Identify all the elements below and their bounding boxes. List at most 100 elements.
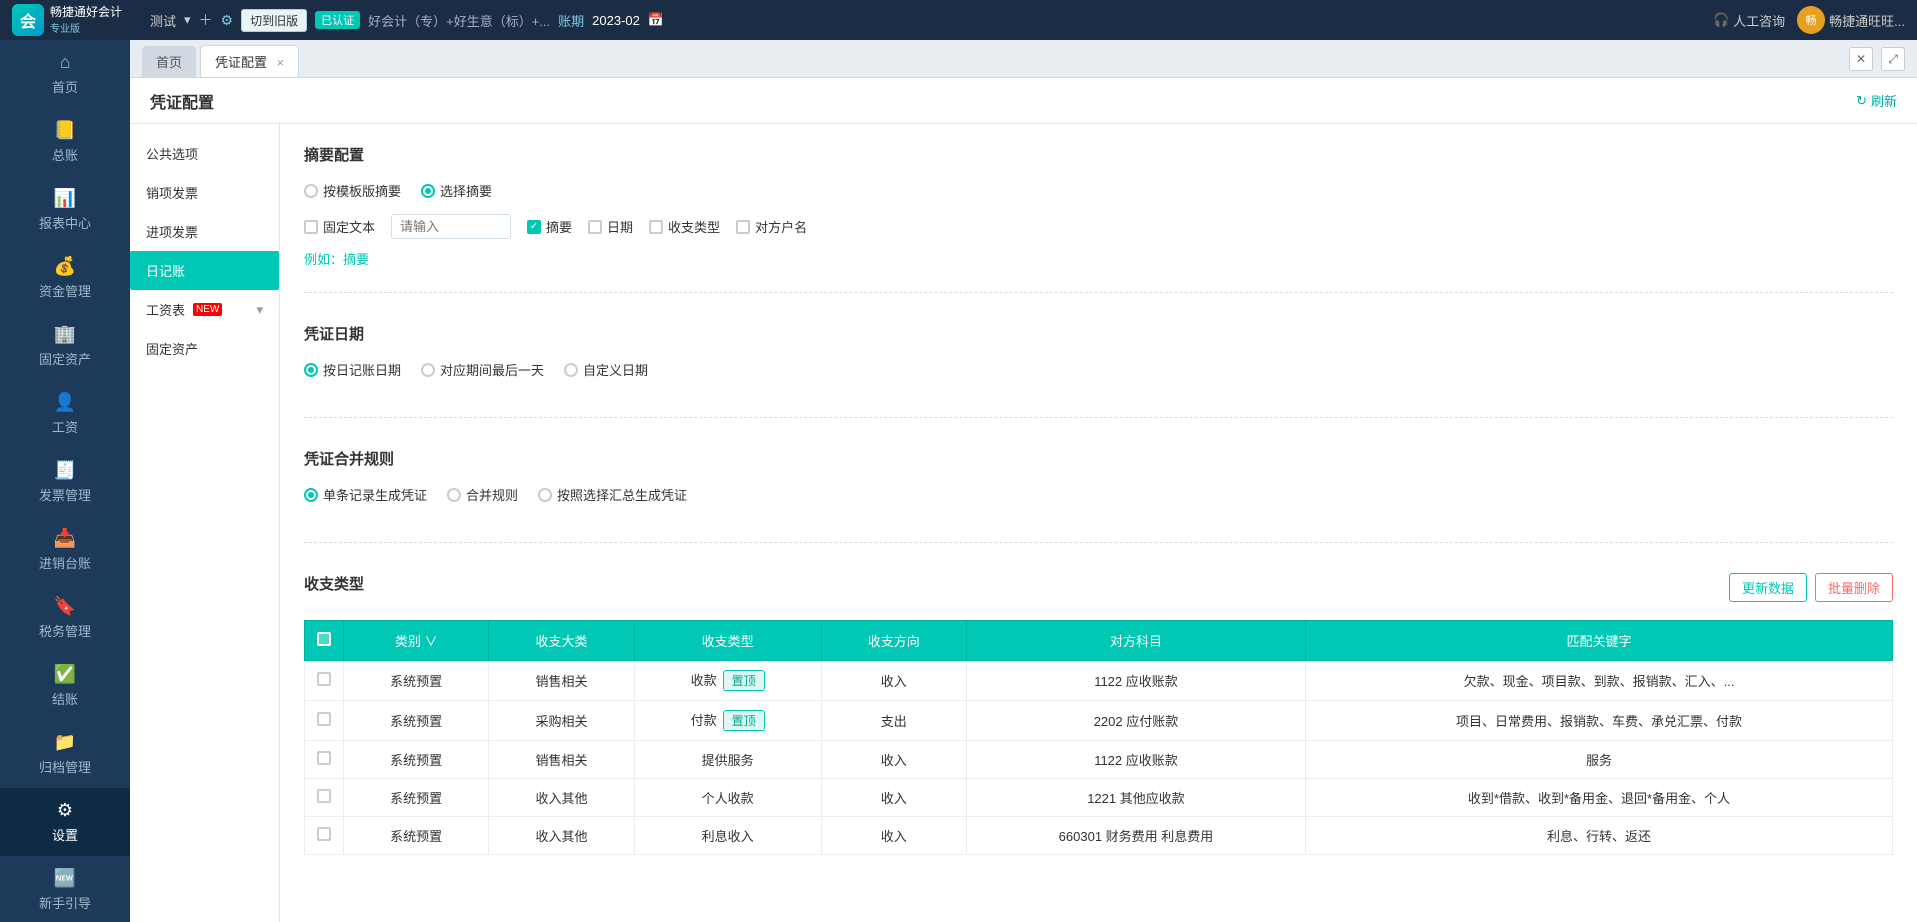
invoices-icon: 🧾 xyxy=(54,460,76,481)
sidebar-item-tax[interactable]: 🔖 税务管理 xyxy=(0,584,130,652)
radio-custom-date-circle xyxy=(564,363,578,377)
cb-pay-type[interactable]: 收支类型 xyxy=(649,217,720,236)
page-title: 凭证配置 xyxy=(150,89,214,113)
cb-fixed-text[interactable]: 固定文本 xyxy=(304,217,375,236)
switch-old-btn[interactable]: 切到旧版 xyxy=(241,9,307,32)
td-match-keyword: 利息、行转、返还 xyxy=(1305,817,1892,855)
sidebar-item-assets[interactable]: 🏢 固定资产 xyxy=(0,312,130,380)
sidebar-item-purchase[interactable]: 📥 进销台账 xyxy=(0,516,130,584)
radio-single-circle xyxy=(304,488,318,502)
sidebar-item-home[interactable]: ⌂ 首页 xyxy=(0,40,130,108)
page-content: 凭证配置 ↻ 刷新 公共选项 销项发票 进项发票 xyxy=(130,78,1917,922)
refresh-btn[interactable]: ↻ 刷新 xyxy=(1856,91,1897,110)
summary-radio-group: 按模板版摘要 选择摘要 xyxy=(304,181,1893,200)
summary-checkbox-row: 固定文本 ✓ 摘要 日期 xyxy=(304,214,1893,239)
sidebar-item-ledger[interactable]: 📒 总账 xyxy=(0,108,130,176)
cb-counterpart[interactable]: 对方户名 xyxy=(736,217,807,236)
refresh-icon: ↻ xyxy=(1856,93,1867,109)
radio-single[interactable]: 单条记录生成凭证 xyxy=(304,485,427,504)
row-checkbox[interactable] xyxy=(317,751,331,765)
user-avatar: 畅 xyxy=(1797,6,1825,34)
cb-date[interactable]: 日期 xyxy=(588,217,633,236)
payment-types-section: 收支类型 更新数据 批量删除 xyxy=(304,573,1893,855)
radio-select[interactable]: 选择摘要 xyxy=(421,181,492,200)
sidebar-item-settings[interactable]: ⚙ 设置 xyxy=(0,788,130,856)
td-match-keyword: 收到*借款、收到*备用金、退回*备用金、个人 xyxy=(1305,779,1892,817)
left-nav: 公共选项 销项发票 进项发票 日记账 工资表 NEW ▾ xyxy=(130,124,280,922)
ledger-icon: 📒 xyxy=(54,120,76,141)
user-area[interactable]: 畅 畅捷通旺旺... xyxy=(1797,6,1905,34)
reports-icon: 📊 xyxy=(54,188,76,209)
cb-summary[interactable]: ✓ 摘要 xyxy=(527,217,572,236)
calendar-icon[interactable]: 📅 xyxy=(648,12,664,28)
batch-delete-btn[interactable]: 批量删除 xyxy=(1815,573,1893,602)
nav-journal[interactable]: 日记账 xyxy=(130,251,279,290)
row-checkbox[interactable] xyxy=(317,672,331,686)
update-data-btn[interactable]: 更新数据 xyxy=(1729,573,1807,602)
logo-area: 会 畅捷通好会计 专业版 xyxy=(12,4,142,36)
tax-icon: 🔖 xyxy=(54,596,76,617)
sidebar-item-guide[interactable]: 🆕 新手引导 xyxy=(0,856,130,922)
radio-template[interactable]: 按模板版摘要 xyxy=(304,181,401,200)
settings-icon[interactable]: ⚙ xyxy=(221,12,234,29)
radio-custom-date[interactable]: 自定义日期 xyxy=(564,360,648,379)
radio-journal-date[interactable]: 按日记账日期 xyxy=(304,360,401,379)
row-checkbox[interactable] xyxy=(317,827,331,841)
tab-home[interactable]: 首页 xyxy=(142,46,196,77)
sidebar: ⌂ 首页 📒 总账 📊 报表中心 💰 资金管理 🏢 固定资产 👤 工资 🧾 发票… xyxy=(0,40,130,922)
td-counter-subject: 1122 应收账款 xyxy=(966,661,1305,701)
td-direction: 收入 xyxy=(821,779,966,817)
fixed-text-input[interactable] xyxy=(391,214,511,239)
table-row: 系统预置收入其他利息收入收入660301 财务费用 利息费用利息、行转、返还 xyxy=(305,817,1893,855)
td-match-keyword: 服务 xyxy=(1305,741,1892,779)
window-max-btn[interactable]: ⤢ xyxy=(1881,47,1905,71)
window-close-btn[interactable]: ✕ xyxy=(1849,47,1873,71)
td-direction: 收入 xyxy=(821,817,966,855)
voucher-date-radio-group: 按日记账日期 对应期间最后一天 自定义日期 xyxy=(304,360,1893,379)
radio-merge[interactable]: 合并规则 xyxy=(447,485,518,504)
nav-public[interactable]: 公共选项 xyxy=(130,134,279,173)
consult-btn[interactable]: 🎧 人工咨询 xyxy=(1713,11,1785,30)
tab-close-icon[interactable]: × xyxy=(277,55,285,70)
sidebar-item-reports[interactable]: 📊 报表中心 xyxy=(0,176,130,244)
pay-type-tag[interactable]: 置顶 xyxy=(723,670,765,691)
nav-payroll[interactable]: 工资表 NEW ▾ xyxy=(130,290,279,329)
nav-sales[interactable]: 销项发票 xyxy=(130,173,279,212)
sidebar-label-ledger: 总账 xyxy=(52,145,78,164)
nav-assets[interactable]: 固定资产 xyxy=(130,329,279,368)
top-bar: 会 畅捷通好会计 专业版 测试 ▾ ＋ ⚙ 切到旧版 已认证 好会计（专）+好生… xyxy=(0,0,1917,40)
td-pay-type: 提供服务 xyxy=(634,741,821,779)
radio-period-last[interactable]: 对应期间最后一天 xyxy=(421,360,544,379)
tab-config[interactable]: 凭证配置 × xyxy=(200,45,299,77)
pay-type-tag[interactable]: 置顶 xyxy=(723,710,765,731)
sidebar-item-payroll[interactable]: 👤 工资 xyxy=(0,380,130,448)
radio-select-merge[interactable]: 按照选择汇总生成凭证 xyxy=(538,485,687,504)
main-layout: ⌂ 首页 📒 总账 📊 报表中心 💰 资金管理 🏢 固定资产 👤 工资 🧾 发票… xyxy=(0,40,1917,922)
th-counter-subject: 对方科目 xyxy=(966,621,1305,661)
period-label: 账期 xyxy=(558,11,584,30)
sidebar-label-guide: 新手引导 xyxy=(39,893,91,912)
sidebar-item-archive[interactable]: 📁 归档管理 xyxy=(0,720,130,788)
row-checkbox[interactable] xyxy=(317,789,331,803)
sidebar-item-settle[interactable]: ✅ 结账 xyxy=(0,652,130,720)
tab-config-label: 凭证配置 xyxy=(215,55,267,70)
header-checkbox[interactable] xyxy=(317,632,331,646)
td-category: 系统预置 xyxy=(344,779,489,817)
row-checkbox[interactable] xyxy=(317,712,331,726)
th-category: 类别 ∨ xyxy=(344,621,489,661)
sidebar-item-invoices[interactable]: 🧾 发票管理 xyxy=(0,448,130,516)
nav-purchase[interactable]: 进项发票 xyxy=(130,212,279,251)
th-match-keyword: 匹配关键字 xyxy=(1305,621,1892,661)
sidebar-label-reports: 报表中心 xyxy=(39,213,91,232)
table-row: 系统预置收入其他个人收款收入1221 其他应收款收到*借款、收到*备用金、退回*… xyxy=(305,779,1893,817)
sidebar-label-payroll: 工资 xyxy=(52,417,78,436)
refresh-label: 刷新 xyxy=(1871,91,1897,110)
payment-types-title: 收支类型 xyxy=(304,573,364,594)
td-counter-subject: 660301 财务费用 利息费用 xyxy=(966,817,1305,855)
cb-counterpart-box xyxy=(736,220,750,234)
test-dropdown[interactable]: ▾ xyxy=(184,12,191,28)
th-pay-type: 收支类型 xyxy=(634,621,821,661)
add-icon[interactable]: ＋ xyxy=(199,10,213,30)
sidebar-item-funds[interactable]: 💰 资金管理 xyxy=(0,244,130,312)
archive-icon: 📁 xyxy=(54,732,76,753)
